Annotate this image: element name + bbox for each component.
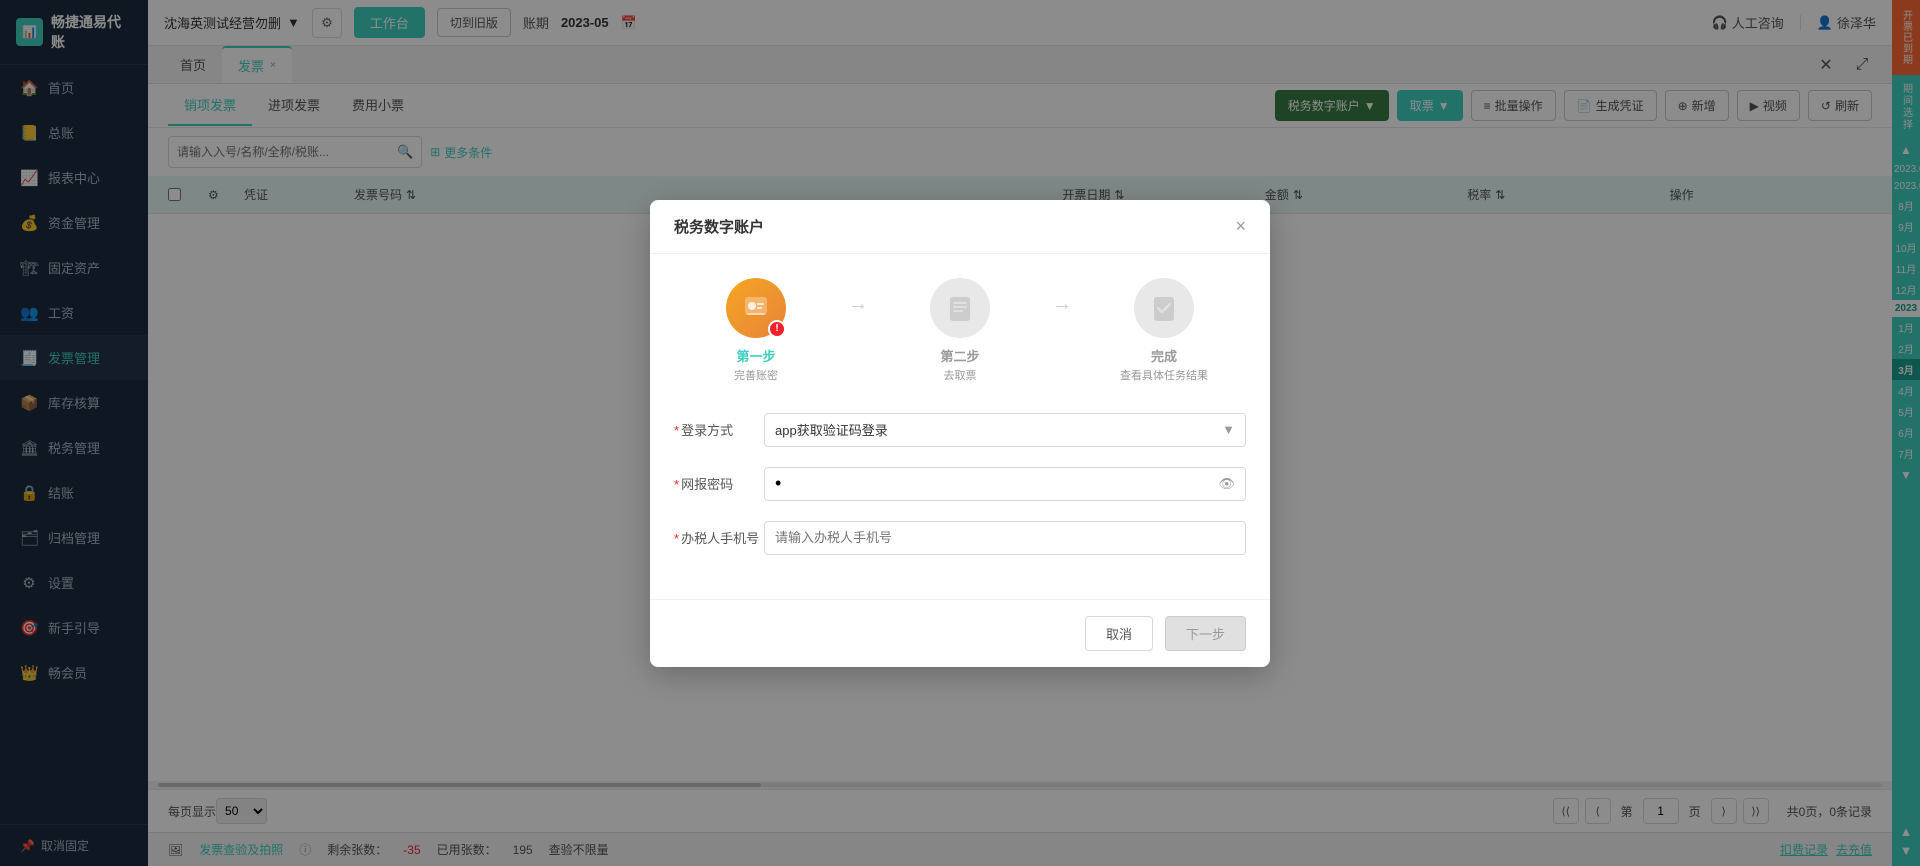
step-arrow-2: → — [1042, 278, 1082, 316]
step-2-svg — [945, 293, 975, 323]
modal-overlay: 税务数字账户 × — [0, 0, 1920, 866]
step-1-icon-wrap: ! — [726, 278, 786, 338]
login-method-dropdown-icon: ▼ — [1222, 422, 1235, 437]
step-2-icon-wrap — [930, 278, 990, 338]
step-3-circle — [1134, 278, 1194, 338]
phone-label: 办税人手机号 — [674, 528, 764, 547]
modal-header: 税务数字账户 × — [650, 200, 1270, 254]
step-1-label: 第一步 — [736, 346, 775, 365]
step-2: 第二步 去取票 — [878, 278, 1042, 383]
login-method-select[interactable]: app获取验证码登录 ▼ — [764, 413, 1246, 447]
step-arrow-1: → — [838, 278, 878, 316]
step-3: 完成 查看具体任务结果 — [1082, 278, 1246, 383]
step-2-label: 第二步 — [940, 346, 979, 365]
step-3-desc: 查看具体任务结果 — [1120, 367, 1208, 383]
step-1-badge: ! — [768, 320, 786, 338]
eye-icon[interactable]: 👁 — [1218, 476, 1235, 492]
password-input-wrap[interactable]: 👁 — [764, 467, 1246, 501]
step-1: ! 第一步 完善账密 — [674, 278, 838, 383]
phone-input-wrap[interactable] — [764, 521, 1246, 555]
steps-indicator: ! 第一步 完善账密 → — [674, 278, 1246, 383]
tax-digital-account-modal: 税务数字账户 × — [650, 200, 1270, 667]
phone-field: 办税人手机号 — [674, 521, 1246, 555]
modal-close-btn[interactable]: × — [1235, 217, 1246, 235]
password-input[interactable] — [775, 473, 1218, 494]
next-btn[interactable]: 下一步 — [1165, 616, 1246, 651]
step-3-icon-wrap — [1134, 278, 1194, 338]
login-method-label: 登录方式 — [674, 420, 764, 439]
step-3-svg — [1149, 293, 1179, 323]
phone-input[interactable] — [775, 530, 1235, 545]
login-method-field: 登录方式 app获取验证码登录 ▼ — [674, 413, 1246, 447]
password-field: 网报密码 👁 — [674, 467, 1246, 501]
cancel-btn[interactable]: 取消 — [1085, 616, 1153, 651]
login-method-value: app获取验证码登录 — [775, 420, 888, 439]
step-3-label: 完成 — [1151, 346, 1177, 365]
modal-body: ! 第一步 完善账密 → — [650, 254, 1270, 599]
modal-footer: 取消 下一步 — [650, 599, 1270, 667]
step-2-desc: 去取票 — [944, 367, 977, 383]
step-1-desc: 完善账密 — [734, 367, 778, 383]
step-1-svg — [741, 293, 771, 323]
step-2-circle — [930, 278, 990, 338]
password-label: 网报密码 — [674, 474, 764, 493]
modal-title: 税务数字账户 — [674, 216, 764, 237]
